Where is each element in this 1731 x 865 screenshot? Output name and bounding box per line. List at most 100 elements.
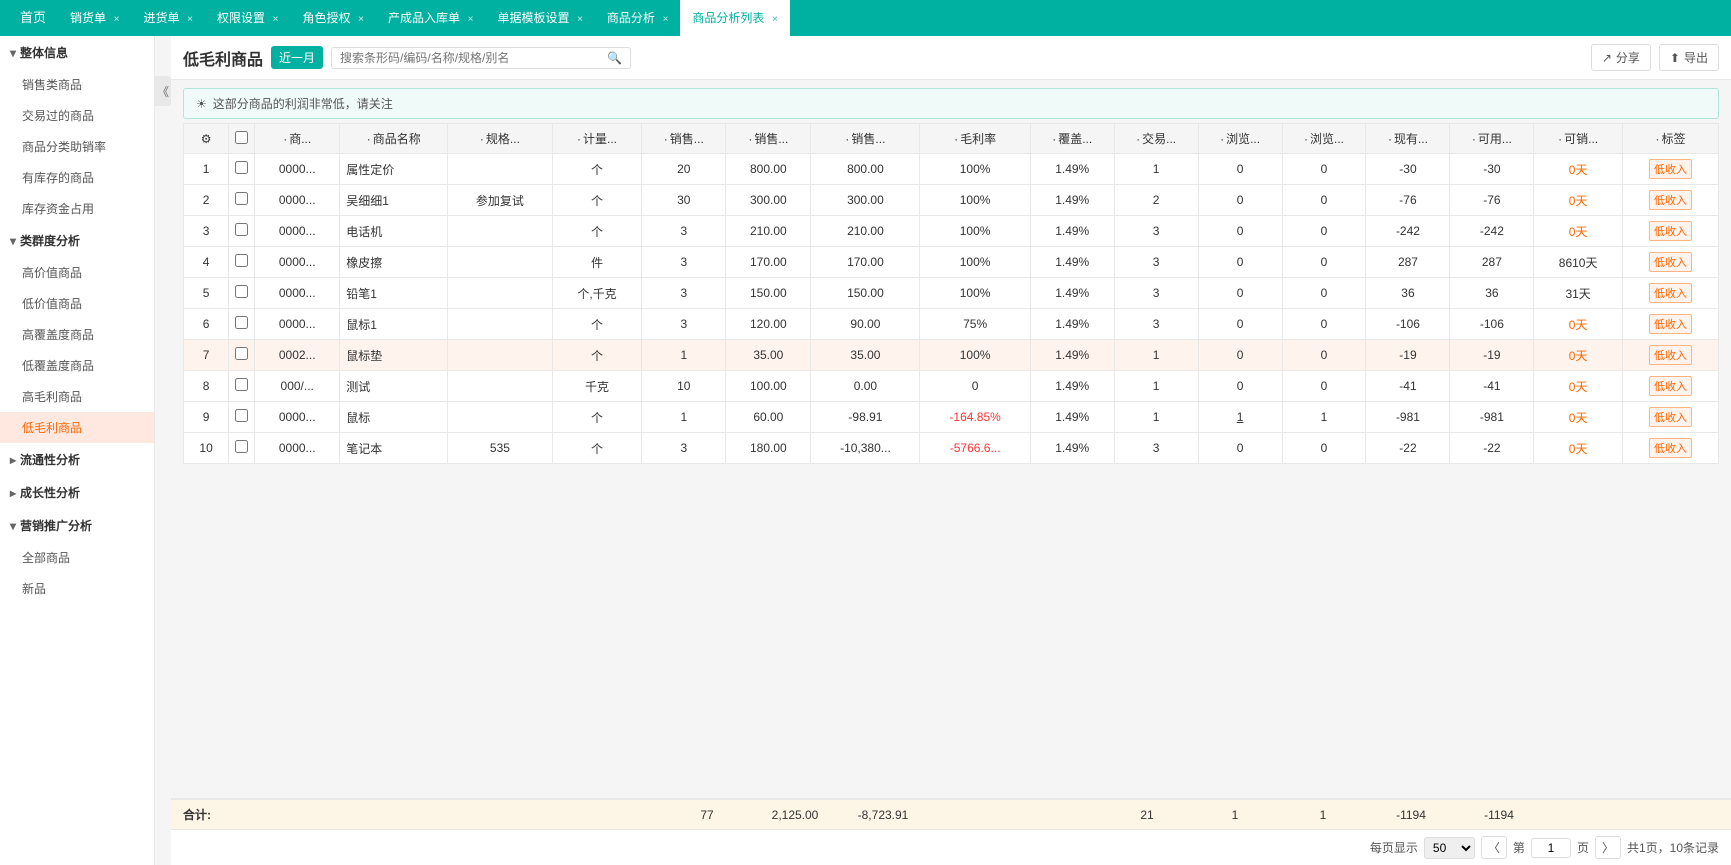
row-checkbox[interactable] xyxy=(229,154,255,185)
nav-permission[interactable]: 权限设置 × xyxy=(205,0,290,36)
search-box[interactable]: 🔍 xyxy=(331,47,631,69)
row-sales-price: 180.00 xyxy=(726,433,811,464)
row-browse1[interactable]: 0 xyxy=(1198,247,1282,278)
row-checkbox[interactable] xyxy=(229,433,255,464)
col-checkbox[interactable] xyxy=(229,124,255,154)
row-checkbox[interactable] xyxy=(229,402,255,433)
col-browse2[interactable]: ·浏览... xyxy=(1282,124,1366,154)
nav-role[interactable]: 角色授权 × xyxy=(290,0,375,36)
export-icon: ⬆ xyxy=(1670,51,1680,65)
sidebar-item-traded-goods[interactable]: 交易过的商品 xyxy=(0,100,154,131)
row-tag: 低收入 xyxy=(1622,185,1718,216)
row-browse1[interactable]: 0 xyxy=(1198,278,1282,309)
row-checkbox[interactable] xyxy=(229,371,255,402)
col-available[interactable]: ·可用... xyxy=(1450,124,1534,154)
col-sales-qty[interactable]: ·销售... xyxy=(642,124,726,154)
sidebar-item-in-stock-goods[interactable]: 有库存的商品 xyxy=(0,162,154,193)
sidebar-item-category-rate[interactable]: 商品分类助销率 xyxy=(0,131,154,162)
export-button[interactable]: ⬆ 导出 xyxy=(1659,44,1719,71)
col-trade[interactable]: ·交易... xyxy=(1114,124,1198,154)
col-settings[interactable]: ⚙ xyxy=(184,124,229,154)
nav-home[interactable]: 首页 xyxy=(8,0,58,36)
nav-product-instock[interactable]: 产成品入库单 × xyxy=(376,0,485,36)
col-sellable[interactable]: ·可销... xyxy=(1534,124,1623,154)
arrow-down-icon-2: ▾ xyxy=(10,234,16,248)
filter-button[interactable]: 近一月 xyxy=(271,46,323,69)
col-tag[interactable]: ·标签 xyxy=(1622,124,1718,154)
sidebar-item-high-coverage[interactable]: 高覆盖度商品 xyxy=(0,319,154,350)
row-checkbox[interactable] xyxy=(229,278,255,309)
row-browse1[interactable]: 0 xyxy=(1198,371,1282,402)
sidebar-item-high-value[interactable]: 高价值商品 xyxy=(0,257,154,288)
sidebar-group-flow[interactable]: ▸ 流通性分析 xyxy=(0,443,154,476)
col-sales-gross[interactable]: ·销售... xyxy=(811,124,920,154)
sidebar-group-cluster[interactable]: ▾ 类群度分析 xyxy=(0,224,154,257)
nav-sales-close[interactable]: × xyxy=(114,14,120,25)
arrow-right-icon: ▸ xyxy=(10,453,16,467)
sidebar-collapse-button[interactable]: 《 xyxy=(155,76,171,106)
sidebar-item-high-margin[interactable]: 高毛利商品 xyxy=(0,381,154,412)
sidebar-item-new-goods[interactable]: 新品 xyxy=(0,573,154,604)
row-sales-qty: 1 xyxy=(642,402,726,433)
row-code: 0000... xyxy=(255,154,340,185)
row-browse1[interactable]: 0 xyxy=(1198,216,1282,247)
browse-link[interactable]: 1 xyxy=(1237,410,1244,424)
col-code[interactable]: ·商... xyxy=(255,124,340,154)
row-code: 0002... xyxy=(255,340,340,371)
row-gross-rate: -164.85% xyxy=(920,402,1030,433)
row-unit: 个 xyxy=(552,340,642,371)
nav-template[interactable]: 单据模板设置 × xyxy=(485,0,594,36)
nav-product-analysis-list[interactable]: 商品分析列表 × xyxy=(680,0,789,36)
share-button[interactable]: ↗ 分享 xyxy=(1591,44,1651,71)
nav-purchase[interactable]: 进货单 × xyxy=(132,0,205,36)
row-sales-price: 300.00 xyxy=(726,185,811,216)
row-browse1[interactable]: 0 xyxy=(1198,433,1282,464)
sidebar-group-overall[interactable]: ▾ 整体信息 xyxy=(0,36,154,69)
col-spec[interactable]: ·规格... xyxy=(448,124,553,154)
col-name[interactable]: ·商品名称 xyxy=(340,124,448,154)
nav-permission-close[interactable]: × xyxy=(273,14,279,25)
nav-purchase-close[interactable]: × xyxy=(187,14,193,25)
nav-product-analysis-list-close[interactable]: × xyxy=(772,14,778,25)
row-browse1[interactable]: 0 xyxy=(1198,185,1282,216)
page-title: 低毛利商品 xyxy=(183,46,263,70)
nav-role-close[interactable]: × xyxy=(358,14,364,25)
row-checkbox[interactable] xyxy=(229,340,255,371)
page-size-select[interactable]: 50 100 200 xyxy=(1424,837,1475,859)
row-checkbox[interactable] xyxy=(229,185,255,216)
nav-product-analysis-close[interactable]: × xyxy=(663,14,669,25)
nav-product-analysis[interactable]: 商品分析 × xyxy=(595,0,680,36)
row-browse1[interactable]: 0 xyxy=(1198,309,1282,340)
sidebar-item-low-margin[interactable]: 低毛利商品 xyxy=(0,412,154,443)
sidebar-group-growth[interactable]: ▸ 成长性分析 xyxy=(0,476,154,509)
row-spec: 535 xyxy=(448,433,553,464)
sidebar-item-sales-goods[interactable]: 销售类商品 xyxy=(0,69,154,100)
col-gross-rate[interactable]: ·毛利率 xyxy=(920,124,1030,154)
sidebar-item-low-value[interactable]: 低价值商品 xyxy=(0,288,154,319)
row-checkbox[interactable] xyxy=(229,309,255,340)
col-unit[interactable]: ·计量... xyxy=(552,124,642,154)
page-number-input[interactable] xyxy=(1531,838,1571,858)
sidebar-item-all-goods[interactable]: 全部商品 xyxy=(0,542,154,573)
row-code: 0000... xyxy=(255,247,340,278)
sidebar-item-low-coverage[interactable]: 低覆盖度商品 xyxy=(0,350,154,381)
col-coverage[interactable]: ·覆盖... xyxy=(1030,124,1114,154)
row-browse1[interactable]: 0 xyxy=(1198,340,1282,371)
col-sales-price[interactable]: ·销售... xyxy=(726,124,811,154)
sidebar-group-marketing[interactable]: ▾ 营销推广分析 xyxy=(0,509,154,542)
col-browse1[interactable]: ·浏览... xyxy=(1198,124,1282,154)
next-page-button[interactable]: 〉 xyxy=(1595,836,1621,859)
nav-product-instock-close[interactable]: × xyxy=(468,14,474,25)
row-checkbox[interactable] xyxy=(229,247,255,278)
nav-sales[interactable]: 销货单 × xyxy=(58,0,131,36)
search-input[interactable] xyxy=(340,51,607,65)
nav-template-close[interactable]: × xyxy=(577,14,583,25)
prev-page-button[interactable]: 〈 xyxy=(1481,836,1507,859)
row-browse1[interactable]: 0 xyxy=(1198,154,1282,185)
sidebar-item-capital-occupy[interactable]: 库存资金占用 xyxy=(0,193,154,224)
row-checkbox[interactable] xyxy=(229,216,255,247)
table-row: 5 0000... 铅笔1 个,千克 3 150.00 150.00 100% … xyxy=(184,278,1719,309)
col-current-stock[interactable]: ·现有... xyxy=(1366,124,1450,154)
select-all-checkbox[interactable] xyxy=(235,131,248,144)
row-browse1[interactable]: 1 xyxy=(1198,402,1282,433)
